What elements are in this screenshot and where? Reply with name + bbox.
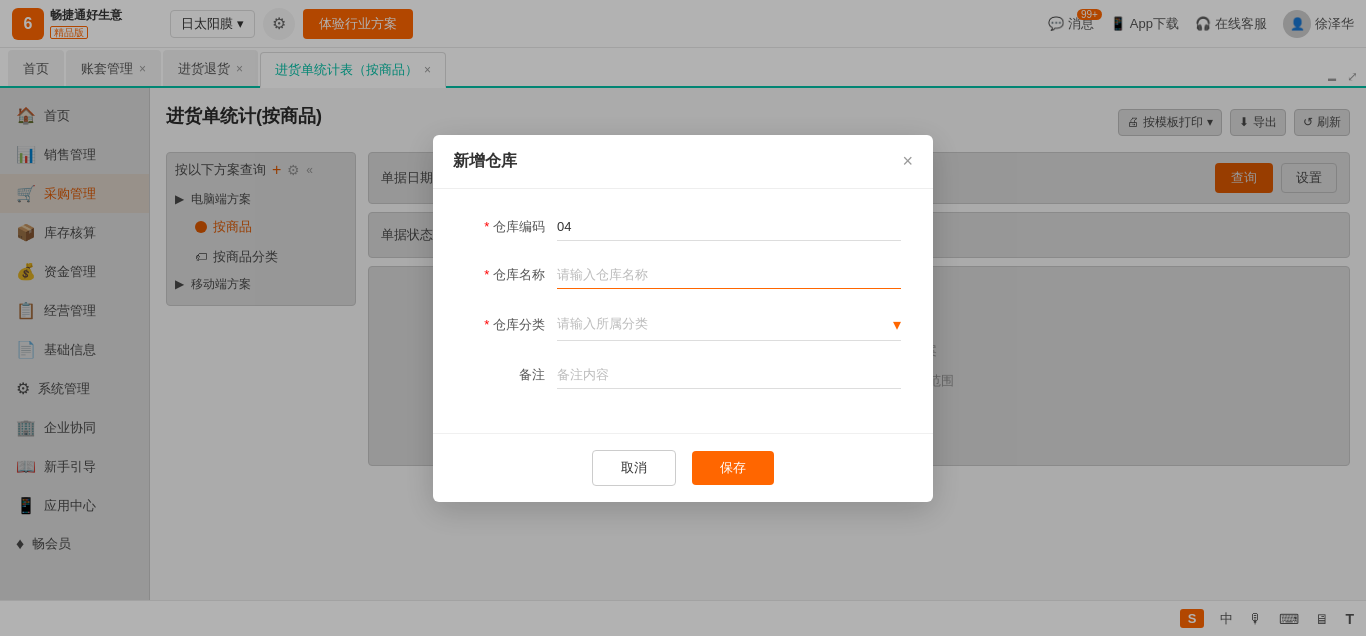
name-label: 仓库名称 xyxy=(465,266,545,284)
cancel-button[interactable]: 取消 xyxy=(592,450,676,486)
modal-footer: 取消 保存 xyxy=(433,433,933,502)
name-input[interactable] xyxy=(557,261,901,289)
remark-input[interactable] xyxy=(557,361,901,389)
modal-overlay[interactable]: 新增仓库 × 仓库编码 仓库名称 仓库分类 请输入所属分类 ▾ xyxy=(0,0,1366,636)
category-label: 仓库分类 xyxy=(465,316,545,334)
modal-close-button[interactable]: × xyxy=(902,151,913,172)
modal-body: 仓库编码 仓库名称 仓库分类 请输入所属分类 ▾ 备注 xyxy=(433,189,933,433)
save-button[interactable]: 保存 xyxy=(692,451,774,485)
form-row-remark: 备注 xyxy=(465,361,901,389)
form-row-category: 仓库分类 请输入所属分类 ▾ xyxy=(465,309,901,341)
code-input[interactable] xyxy=(557,213,901,241)
category-selector[interactable]: 请输入所属分类 ▾ xyxy=(557,309,901,341)
chevron-down-icon: ▾ xyxy=(893,315,901,334)
code-label: 仓库编码 xyxy=(465,218,545,236)
remark-label: 备注 xyxy=(465,366,545,384)
modal-title: 新增仓库 xyxy=(453,151,517,172)
add-warehouse-modal: 新增仓库 × 仓库编码 仓库名称 仓库分类 请输入所属分类 ▾ xyxy=(433,135,933,502)
form-row-name: 仓库名称 xyxy=(465,261,901,289)
form-row-code: 仓库编码 xyxy=(465,213,901,241)
modal-header: 新增仓库 × xyxy=(433,135,933,189)
